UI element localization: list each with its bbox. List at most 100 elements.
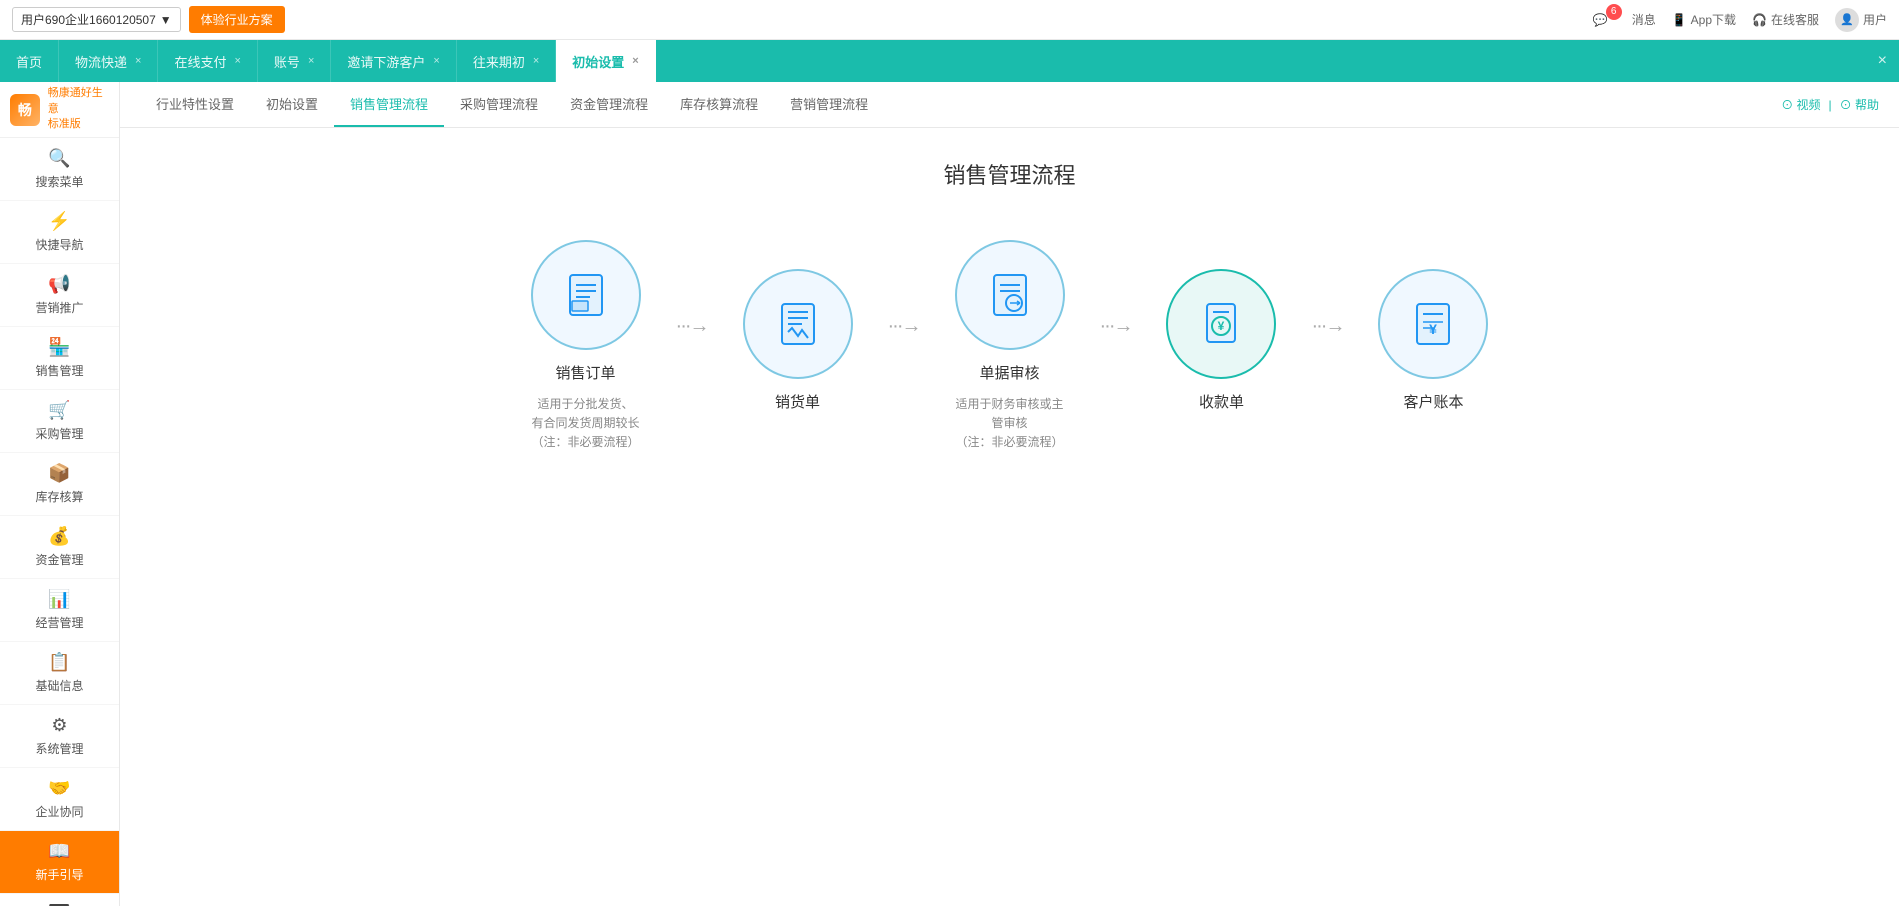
sidebar-item-operations[interactable]: 📊 经营管理 xyxy=(0,579,119,642)
operations-icon: 📊 xyxy=(48,589,70,610)
sidebar-sales-label: 销售管理 xyxy=(35,362,83,379)
nav-tab-home[interactable]: 首页 xyxy=(0,40,59,82)
nav-tab-payment-label: 在线支付 xyxy=(174,52,226,71)
sidebar-system-label: 系统管理 xyxy=(35,740,83,757)
nav-tab-invite-close[interactable]: × xyxy=(433,55,439,67)
nav-tab-logistics[interactable]: 物流快递 × xyxy=(59,40,158,82)
flow-label-receipt: 收款单 xyxy=(1199,391,1244,412)
collab-icon: 🤝 xyxy=(48,778,70,799)
ledger-icon: ¥ xyxy=(1409,300,1457,348)
sidebar-item-basic[interactable]: 📋 基础信息 xyxy=(0,642,119,705)
basic-icon: 📋 xyxy=(48,652,70,673)
nav-tab-payment-close[interactable]: × xyxy=(234,55,240,67)
page-content: 销售管理流程 销售订单 适用于分批发货、有合同 xyxy=(120,128,1899,906)
sales-icon: 🏪 xyxy=(48,337,70,358)
flow-arrow-3: ···→ xyxy=(1100,315,1132,338)
sub-tab-sales-flow-label: 销售管理流程 xyxy=(350,97,428,112)
sub-tab-industry-label: 行业特性设置 xyxy=(156,97,234,112)
message-label: 消息 xyxy=(1632,11,1656,28)
sidebar-item-purchase[interactable]: 🛒 采购管理 xyxy=(0,390,119,453)
user-item[interactable]: 👤 用户 xyxy=(1835,8,1887,32)
logo-text: 畅康通好生意 标准版 xyxy=(48,86,109,132)
purchase-icon: 🛒 xyxy=(48,400,70,421)
nav-tab-account-close[interactable]: × xyxy=(308,55,314,67)
nav-tab-period-label: 往来期初 xyxy=(473,52,525,71)
divider1: | xyxy=(1829,98,1832,112)
nav-tab-period[interactable]: 往来期初 × xyxy=(457,40,556,82)
sub-tab-marketing-flow[interactable]: 营销管理流程 xyxy=(774,82,884,127)
nav-tab-account[interactable]: 账号 × xyxy=(258,40,331,82)
sidebar-item-newbie[interactable]: 📖 新手引导 xyxy=(0,831,119,894)
trial-button[interactable]: 体验行业方案 xyxy=(189,6,285,33)
flow-item-review: 单据审核 适用于财务审核或主管审核（注：非必要流程） xyxy=(920,240,1100,453)
sidebar: 畅 畅康通好生意 标准版 🔍 搜索菜单 ⚡ 快捷导航 📢 营销推广 🏪 销售管理… xyxy=(0,82,120,906)
flow-circle-delivery[interactable] xyxy=(743,269,853,379)
content-area: 行业特性设置 初始设置 销售管理流程 采购管理流程 资金管理流程 库存核算流程 xyxy=(120,82,1899,906)
main-layout: 畅 畅康通好生意 标准版 🔍 搜索菜单 ⚡ 快捷导航 📢 营销推广 🏪 销售管理… xyxy=(0,82,1899,906)
avatar: 👤 xyxy=(1835,8,1859,32)
nav-tab-init[interactable]: 初始设置 × xyxy=(556,40,655,82)
nav-tab-init-close[interactable]: × xyxy=(632,55,638,67)
sidebar-item-sales[interactable]: 🏪 销售管理 xyxy=(0,327,119,390)
sidebar-item-system[interactable]: ⚙ 系统管理 xyxy=(0,705,119,768)
nav-tab-payment[interactable]: 在线支付 × xyxy=(158,40,257,82)
sub-tab-industry[interactable]: 行业特性设置 xyxy=(140,82,250,127)
sub-tab-init[interactable]: 初始设置 xyxy=(250,82,334,127)
nav-tab-invite[interactable]: 邀请下游客户 × xyxy=(331,40,456,82)
nav-tabs: 首页 物流快递 × 在线支付 × 账号 × 邀请下游客户 × 往来期初 × 初始… xyxy=(0,40,1899,82)
sidebar-item-quick[interactable]: ⚡ 快捷导航 xyxy=(0,201,119,264)
sidebar-item-apps[interactable]: 🔲 应用中心 xyxy=(0,894,119,906)
sub-tab-init-label: 初始设置 xyxy=(266,97,318,112)
search-icon: 🔍 xyxy=(48,148,70,169)
flow-arrow-1: ···→ xyxy=(676,315,708,338)
sidebar-item-inventory[interactable]: 📦 库存核算 xyxy=(0,453,119,516)
sidebar-finance-label: 资金管理 xyxy=(35,551,83,568)
nav-tab-init-label: 初始设置 xyxy=(572,52,624,71)
nav-tab-logistics-close[interactable]: × xyxy=(135,55,141,67)
sidebar-newbie-label: 新手引导 xyxy=(35,866,83,883)
sub-tab-inventory-flow-label: 库存核算流程 xyxy=(680,97,758,112)
sub-tabs-right: ⊙ 视频 | ⊙ 帮助 xyxy=(1781,96,1879,113)
nav-tab-period-close[interactable]: × xyxy=(533,55,539,67)
nav-tab-account-label: 账号 xyxy=(274,52,300,71)
flow-arrow-4: ···→ xyxy=(1311,315,1343,338)
sidebar-item-marketing[interactable]: 📢 营销推广 xyxy=(0,264,119,327)
sidebar-search-label: 搜索菜单 xyxy=(35,173,83,190)
message-item[interactable]: 💬 6 消息 xyxy=(1593,11,1656,28)
flow-label-delivery: 销货单 xyxy=(775,391,820,412)
newbie-icon: 📖 xyxy=(48,841,70,862)
selector-chevron-icon: ▼ xyxy=(160,13,172,27)
flow-label-ledger: 客户账本 xyxy=(1403,391,1463,412)
video-btn[interactable]: ⊙ 视频 xyxy=(1781,96,1820,113)
review-icon xyxy=(986,271,1034,319)
sub-tab-finance-flow[interactable]: 资金管理流程 xyxy=(554,82,664,127)
flow-circle-receipt[interactable]: ¥ xyxy=(1166,269,1276,379)
flow-circle-ledger[interactable]: ¥ xyxy=(1378,269,1488,379)
sub-tab-finance-flow-label: 资金管理流程 xyxy=(570,97,648,112)
sub-tab-purchase-flow-label: 采购管理流程 xyxy=(460,97,538,112)
sidebar-item-finance[interactable]: 💰 资金管理 xyxy=(0,516,119,579)
flow-label-review: 单据审核 xyxy=(979,362,1039,383)
nav-tab-logistics-label: 物流快递 xyxy=(75,52,127,71)
app-download-item[interactable]: 📱 App下载 xyxy=(1672,11,1736,28)
flow-item-delivery: 销货单 xyxy=(708,269,888,424)
inventory-icon: 📦 xyxy=(48,463,70,484)
sub-tab-sales-flow[interactable]: 销售管理流程 xyxy=(334,82,444,127)
nav-close-all[interactable]: × xyxy=(1878,52,1887,70)
help-btn[interactable]: ⊙ 帮助 xyxy=(1840,96,1879,113)
flow-circle-review[interactable] xyxy=(955,240,1065,350)
sub-tab-inventory-flow[interactable]: 库存核算流程 xyxy=(664,82,774,127)
sub-tab-purchase-flow[interactable]: 采购管理流程 xyxy=(444,82,554,127)
sub-tabs-left: 行业特性设置 初始设置 销售管理流程 采购管理流程 资金管理流程 库存核算流程 xyxy=(140,82,884,127)
sidebar-item-search[interactable]: 🔍 搜索菜单 xyxy=(0,138,119,201)
nav-tab-home-label: 首页 xyxy=(16,52,42,71)
flow-circle-sales-order[interactable] xyxy=(531,240,641,350)
sales-order-icon xyxy=(562,271,610,319)
top-bar: 用户690企业1660120507 ▼ 体验行业方案 💬 6 消息 📱 App下… xyxy=(0,0,1899,40)
service-item[interactable]: 🎧 在线客服 xyxy=(1752,11,1819,28)
marketing-icon: 📢 xyxy=(48,274,70,295)
user-selector[interactable]: 用户690企业1660120507 ▼ xyxy=(12,7,181,32)
app-label: App下载 xyxy=(1691,11,1736,28)
sidebar-item-collab[interactable]: 🤝 企业协同 xyxy=(0,768,119,831)
flow-item-receipt: ¥ 收款单 xyxy=(1131,269,1311,424)
